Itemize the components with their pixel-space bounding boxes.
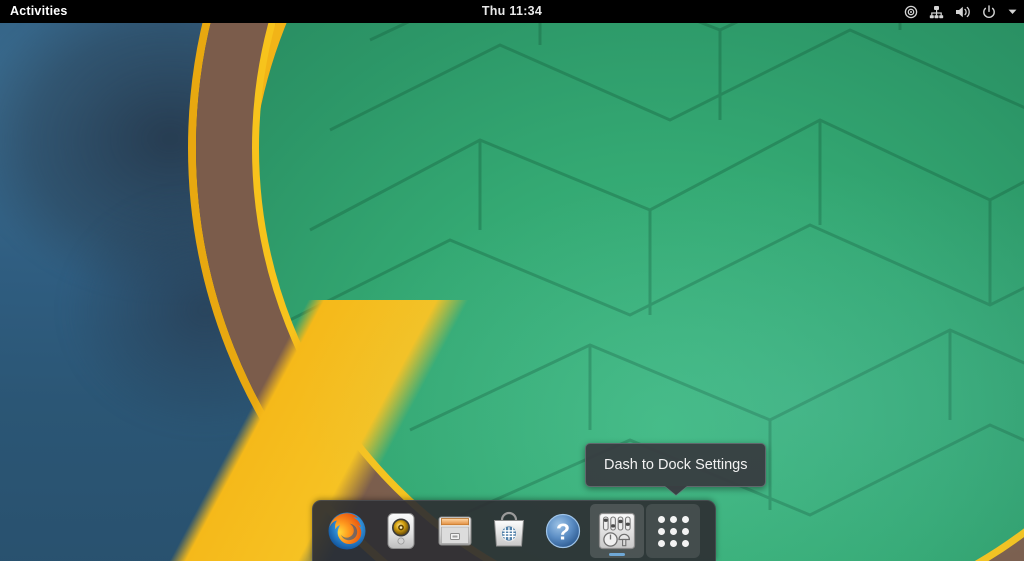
dock-tooltip-label: Dash to Dock Settings (604, 457, 748, 473)
grid-dot (657, 539, 665, 547)
tooltip-arrow-icon (664, 486, 687, 495)
network-wired-icon[interactable] (929, 5, 944, 19)
grid-dot (681, 527, 689, 535)
power-icon[interactable] (982, 4, 996, 19)
system-status-area[interactable] (904, 0, 1018, 23)
dock-item-firefox[interactable] (320, 504, 374, 558)
desktop-wallpaper (0, 0, 1024, 561)
tweaks-icon (596, 510, 638, 552)
grid-dot (669, 539, 677, 547)
firefox-icon (326, 510, 368, 552)
dock-item-software[interactable] (482, 504, 536, 558)
running-indicator (609, 553, 625, 556)
dock-item-help[interactable]: ? (536, 504, 590, 558)
clock-button[interactable]: Thu 11:34 (0, 0, 1024, 23)
grid-dot (657, 527, 665, 535)
dock-item-rhythmbox[interactable] (374, 504, 428, 558)
rhythmbox-icon (380, 510, 422, 552)
grid-dot (681, 539, 689, 547)
software-icon (488, 510, 530, 552)
grid-dot (669, 515, 677, 523)
grid-dot (669, 527, 677, 535)
svg-text:?: ? (556, 519, 570, 545)
chevron-down-icon[interactable] (1007, 6, 1018, 17)
desktop-screen: Activities Thu 11:34 Dash to Dock Settin… (0, 0, 1024, 561)
files-icon (434, 510, 476, 552)
volume-speaker-icon[interactable] (955, 5, 971, 19)
dock-tooltip: Dash to Dock Settings (585, 443, 767, 495)
gnome-top-bar: Activities Thu 11:34 (0, 0, 1024, 23)
dock-item-files[interactable] (428, 504, 482, 558)
app-grid-icon (657, 515, 689, 547)
help-icon: ? (542, 510, 584, 552)
dock-item-tweaks[interactable] (590, 504, 644, 558)
grid-dot (657, 515, 665, 523)
screencast-recording-icon[interactable] (904, 5, 918, 19)
grid-dot (681, 515, 689, 523)
dash-to-dock: ? (312, 500, 716, 561)
show-applications-button[interactable] (646, 504, 700, 558)
